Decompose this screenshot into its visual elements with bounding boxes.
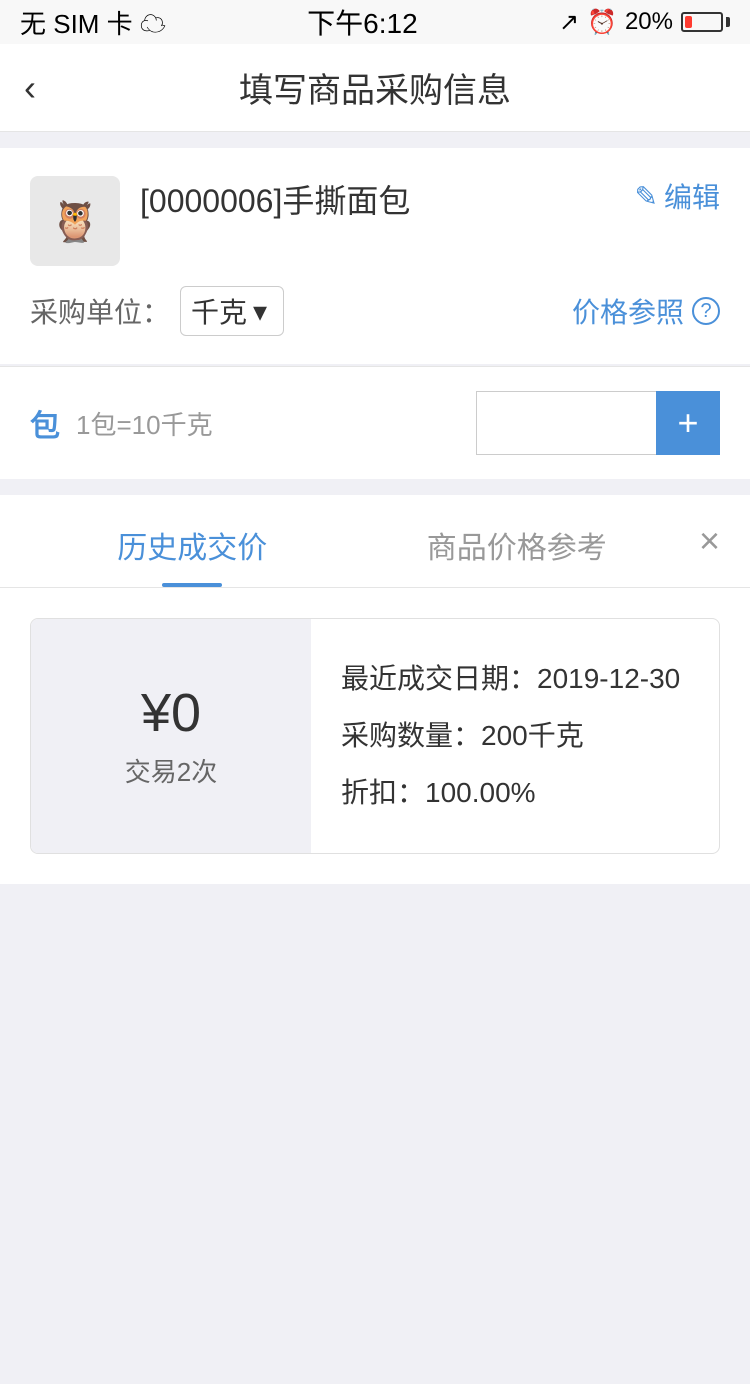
status-right: ↗ ⏰ 20% bbox=[559, 8, 730, 37]
alarm-icon: ⏰ bbox=[587, 8, 617, 37]
price-ref-button[interactable]: 价格参照 ? bbox=[572, 291, 720, 331]
nav-bar: ‹ 填写商品采购信息 bbox=[0, 44, 750, 132]
transaction-details: 最近成交日期：2019-12-30 采购数量：200千克 折扣：100.00% bbox=[311, 619, 719, 853]
status-bar: 无 SIM 卡 ☁ 下午6:12 ↗ ⏰ 20% bbox=[0, 0, 750, 44]
transaction-count: 交易2次 bbox=[125, 752, 217, 789]
product-header: 🦉 [0000006]手撕面包 ✎ 编辑 bbox=[30, 176, 720, 266]
quantity-section: 包 1包=10千克 0 + bbox=[0, 366, 750, 479]
purchase-qty-label: 采购数量： bbox=[341, 720, 481, 751]
unit-dropdown[interactable]: 千克 ▾ bbox=[180, 286, 284, 336]
dropdown-arrow-icon: ▾ bbox=[253, 295, 267, 328]
battery-icon bbox=[681, 12, 730, 32]
purchase-qty-row: 采购数量：200千克 bbox=[341, 716, 689, 755]
unit-badge: 包 bbox=[30, 401, 60, 445]
transaction-price: ¥0 bbox=[141, 682, 201, 744]
recent-date-row: 最近成交日期：2019-12-30 bbox=[341, 659, 689, 698]
page-background bbox=[0, 884, 750, 1384]
tab-active-indicator bbox=[162, 583, 222, 587]
battery-percent: 20% bbox=[625, 8, 673, 36]
product-thumbnail-icon: 🦉 bbox=[50, 198, 100, 245]
transaction-card: ¥0 交易2次 最近成交日期：2019-12-30 采购数量：200千克 折扣：… bbox=[30, 618, 720, 854]
quantity-plus-button[interactable]: + bbox=[656, 391, 720, 455]
edit-button[interactable]: ✎ 编辑 bbox=[635, 176, 720, 216]
discount-row: 折扣：100.00% bbox=[341, 773, 689, 812]
signal-text: 无 SIM 卡 ☁ bbox=[20, 4, 166, 41]
product-unit-row: 采购单位： 千克 ▾ 价格参照 ? bbox=[30, 286, 720, 336]
panel-close-button[interactable]: × bbox=[679, 500, 720, 582]
transaction-list: ¥0 交易2次 最近成交日期：2019-12-30 采购数量：200千克 折扣：… bbox=[0, 588, 750, 884]
tab-product-price-ref[interactable]: 商品价格参考 bbox=[354, 495, 678, 587]
bottom-panel: 历史成交价 商品价格参考 × ¥0 交易2次 最近成交日期：2019-12-30… bbox=[0, 495, 750, 884]
product-name: [0000006]手撕面包 bbox=[140, 176, 410, 222]
transaction-summary: ¥0 交易2次 bbox=[31, 619, 311, 853]
unit-selector: 采购单位： 千克 ▾ bbox=[30, 286, 284, 336]
question-icon: ? bbox=[692, 297, 720, 325]
price-ref-label: 价格参照 bbox=[572, 291, 684, 331]
quantity-input[interactable]: 0 bbox=[476, 391, 656, 455]
quantity-input-group: 0 + bbox=[476, 391, 720, 455]
status-left: 无 SIM 卡 ☁ bbox=[20, 4, 166, 41]
location-icon: ↗ bbox=[559, 8, 579, 37]
edit-label: 编辑 bbox=[664, 176, 720, 216]
tabs-row: 历史成交价 商品价格参考 × bbox=[0, 495, 750, 588]
status-time: 下午6:12 bbox=[307, 2, 418, 42]
quantity-row: 包 1包=10千克 0 + bbox=[0, 366, 750, 479]
discount-label: 折扣： bbox=[341, 777, 425, 808]
discount-value: 100.00% bbox=[425, 777, 536, 808]
unit-desc: 1包=10千克 bbox=[76, 405, 476, 442]
back-button[interactable]: ‹ bbox=[24, 67, 36, 109]
page-title: 填写商品采购信息 bbox=[239, 63, 511, 112]
product-image: 🦉 bbox=[30, 176, 120, 266]
product-card: 🦉 [0000006]手撕面包 ✎ 编辑 采购单位： 千克 ▾ 价格参照 ? bbox=[0, 148, 750, 364]
recent-date-label: 最近成交日期： bbox=[341, 663, 537, 694]
unit-label: 采购单位： bbox=[30, 291, 170, 331]
unit-value: 千克 bbox=[191, 291, 247, 331]
tab-history-price[interactable]: 历史成交价 bbox=[30, 495, 354, 587]
product-info: 🦉 [0000006]手撕面包 bbox=[30, 176, 410, 266]
recent-date-value: 2019-12-30 bbox=[537, 663, 680, 694]
edit-icon: ✎ bbox=[635, 180, 658, 213]
purchase-qty-value: 200千克 bbox=[481, 720, 584, 751]
